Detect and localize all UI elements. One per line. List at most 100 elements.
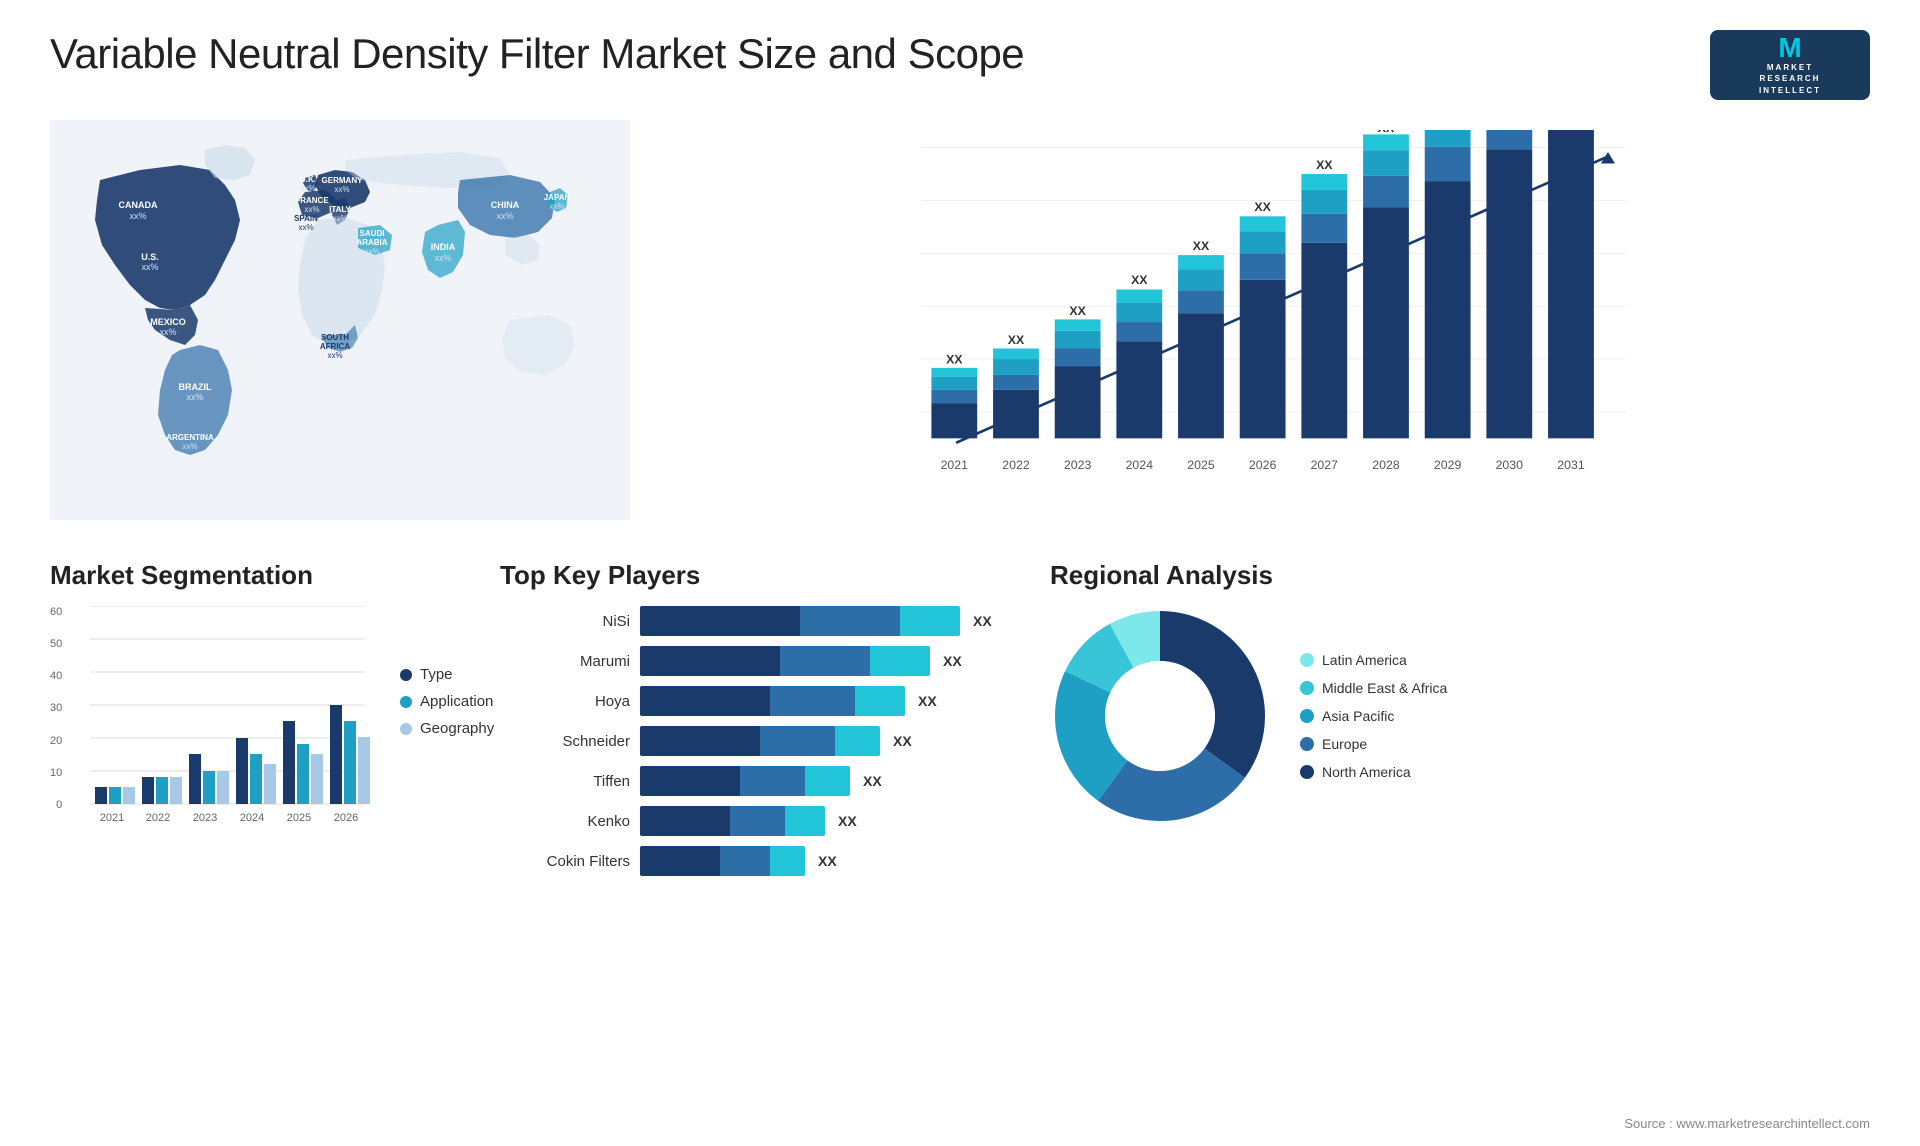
logo-line1: MARKET [1767,62,1813,73]
legend-asia-pacific: Asia Pacific [1300,708,1447,724]
svg-text:2024: 2024 [1126,458,1154,472]
player-row-hoya: Hoya XX [500,686,1020,716]
bottom-grid: Market Segmentation 60 50 40 30 20 10 0 [50,560,1870,876]
legend-type: Type [400,666,494,683]
player-row-marumi: Marumi XX [500,646,1020,676]
svg-text:xx%: xx% [141,262,158,272]
bar-chart-section: XX 2021 XX 2022 XX 2023 [650,120,1870,540]
seg-y-labels: 60 50 40 30 20 10 0 [50,606,62,811]
player-name-kenko: Kenko [500,813,630,830]
legend-geography-dot [400,723,412,735]
regional-section: Regional Analysis [1050,560,1870,876]
svg-text:2021: 2021 [941,458,969,472]
svg-text:xx%: xx% [159,327,176,337]
svg-text:U.S.: U.S. [141,252,159,262]
svg-text:2028: 2028 [1372,458,1400,472]
svg-text:2025: 2025 [287,812,311,824]
svg-text:XX: XX [1193,239,1210,253]
player-value-hoya: XX [918,693,937,709]
svg-text:2026: 2026 [334,812,358,824]
player-bar-schneider: XX [640,726,1020,756]
players-list: NiSi XX Marumi [500,606,1020,876]
growth-chart-svg: XX 2021 XX 2022 XX 2023 [670,130,1850,500]
svg-text:U.K.: U.K. [300,175,316,184]
svg-text:XX: XX [1378,130,1395,135]
svg-text:SOUTH: SOUTH [321,333,349,342]
logo-line2: RESEARCH [1760,73,1821,84]
svg-text:INDIA: INDIA [431,242,456,252]
svg-text:2022: 2022 [146,812,170,824]
player-bar-hoya: XX [640,686,1020,716]
y-label-20: 20 [50,735,62,747]
header: Variable Neutral Density Filter Market S… [50,30,1870,100]
map-section: CANADA xx% U.S. xx% MEXICO xx% U.K. xx% … [50,120,630,540]
player-row-schneider: Schneider XX [500,726,1020,756]
player-bar-tiffen: XX [640,766,1020,796]
svg-text:2026: 2026 [1249,458,1277,472]
legend-middle-east: Middle East & Africa [1300,680,1447,696]
legend-application-label: Application [420,693,493,710]
page-container: Variable Neutral Density Filter Market S… [0,0,1920,1146]
player-bar-cokin: XX [640,846,1020,876]
logo-line3: INTELLECT [1759,85,1821,96]
player-value-tiffen: XX [863,773,882,789]
svg-text:XX: XX [1008,333,1025,347]
svg-text:MEXICO: MEXICO [150,317,186,327]
north-america-dot [1300,765,1314,779]
europe-dot [1300,737,1314,751]
legend-geography: Geography [400,720,494,737]
player-value-kenko: XX [838,813,857,829]
svg-text:2023: 2023 [193,812,217,824]
legend-north-america: North America [1300,764,1447,780]
svg-text:xx%: xx% [298,223,313,232]
svg-text:xx%: xx% [186,392,203,402]
legend-geography-label: Geography [420,720,494,737]
svg-text:CHINA: CHINA [491,200,520,210]
svg-text:xx%: xx% [549,202,564,211]
player-bar-nisi: XX [640,606,1020,636]
svg-text:xx%: xx% [334,185,349,194]
svg-text:JAPAN: JAPAN [544,193,571,202]
regional-title: Regional Analysis [1050,560,1870,591]
player-name-nisi: NiSi [500,613,630,630]
asia-pacific-label: Asia Pacific [1322,708,1394,724]
player-value-nisi: XX [973,613,992,629]
player-name-marumi: Marumi [500,653,630,670]
player-row-tiffen: Tiffen XX [500,766,1020,796]
svg-text:2031: 2031 [1557,458,1585,472]
player-row-nisi: NiSi XX [500,606,1020,636]
svg-text:xx%: xx% [304,205,319,214]
player-bar-marumi: XX [640,646,1020,676]
svg-text:ITALY: ITALY [329,205,351,214]
svg-text:XX: XX [1131,273,1148,287]
legend-type-dot [400,669,412,681]
player-value-schneider: XX [893,733,912,749]
svg-text:2025: 2025 [1187,458,1215,472]
svg-text:xx%: xx% [129,211,146,221]
legend-type-label: Type [420,666,453,683]
donut-area: Latin America Middle East & Africa Asia … [1050,606,1870,826]
world-map-svg: CANADA xx% U.S. xx% MEXICO xx% U.K. xx% … [50,120,630,520]
europe-label: Europe [1322,736,1367,752]
players-title: Top Key Players [500,560,1020,591]
player-value-marumi: XX [943,653,962,669]
svg-text:BRAZIL: BRAZIL [179,382,212,392]
svg-text:xx%: xx% [364,247,379,256]
player-row-cokin: Cokin Filters XX [500,846,1020,876]
latin-america-label: Latin America [1322,652,1407,668]
legend-europe: Europe [1300,736,1447,752]
svg-text:xx%: xx% [327,351,342,360]
svg-text:xx%: xx% [434,253,451,263]
middle-east-dot [1300,681,1314,695]
player-name-tiffen: Tiffen [500,773,630,790]
player-row-kenko: Kenko XX [500,806,1020,836]
svg-text:XX: XX [946,352,963,366]
y-label-60: 60 [50,606,62,618]
svg-text:ARGENTINA: ARGENTINA [166,433,214,442]
segmentation-section: Market Segmentation 60 50 40 30 20 10 0 [50,560,470,876]
donut-chart-svg [1050,606,1270,826]
seg-chart-wrap: 60 50 40 30 20 10 0 [50,606,370,831]
y-label-50: 50 [50,638,62,650]
svg-text:GERMANY: GERMANY [322,176,364,185]
legend-application-dot [400,696,412,708]
